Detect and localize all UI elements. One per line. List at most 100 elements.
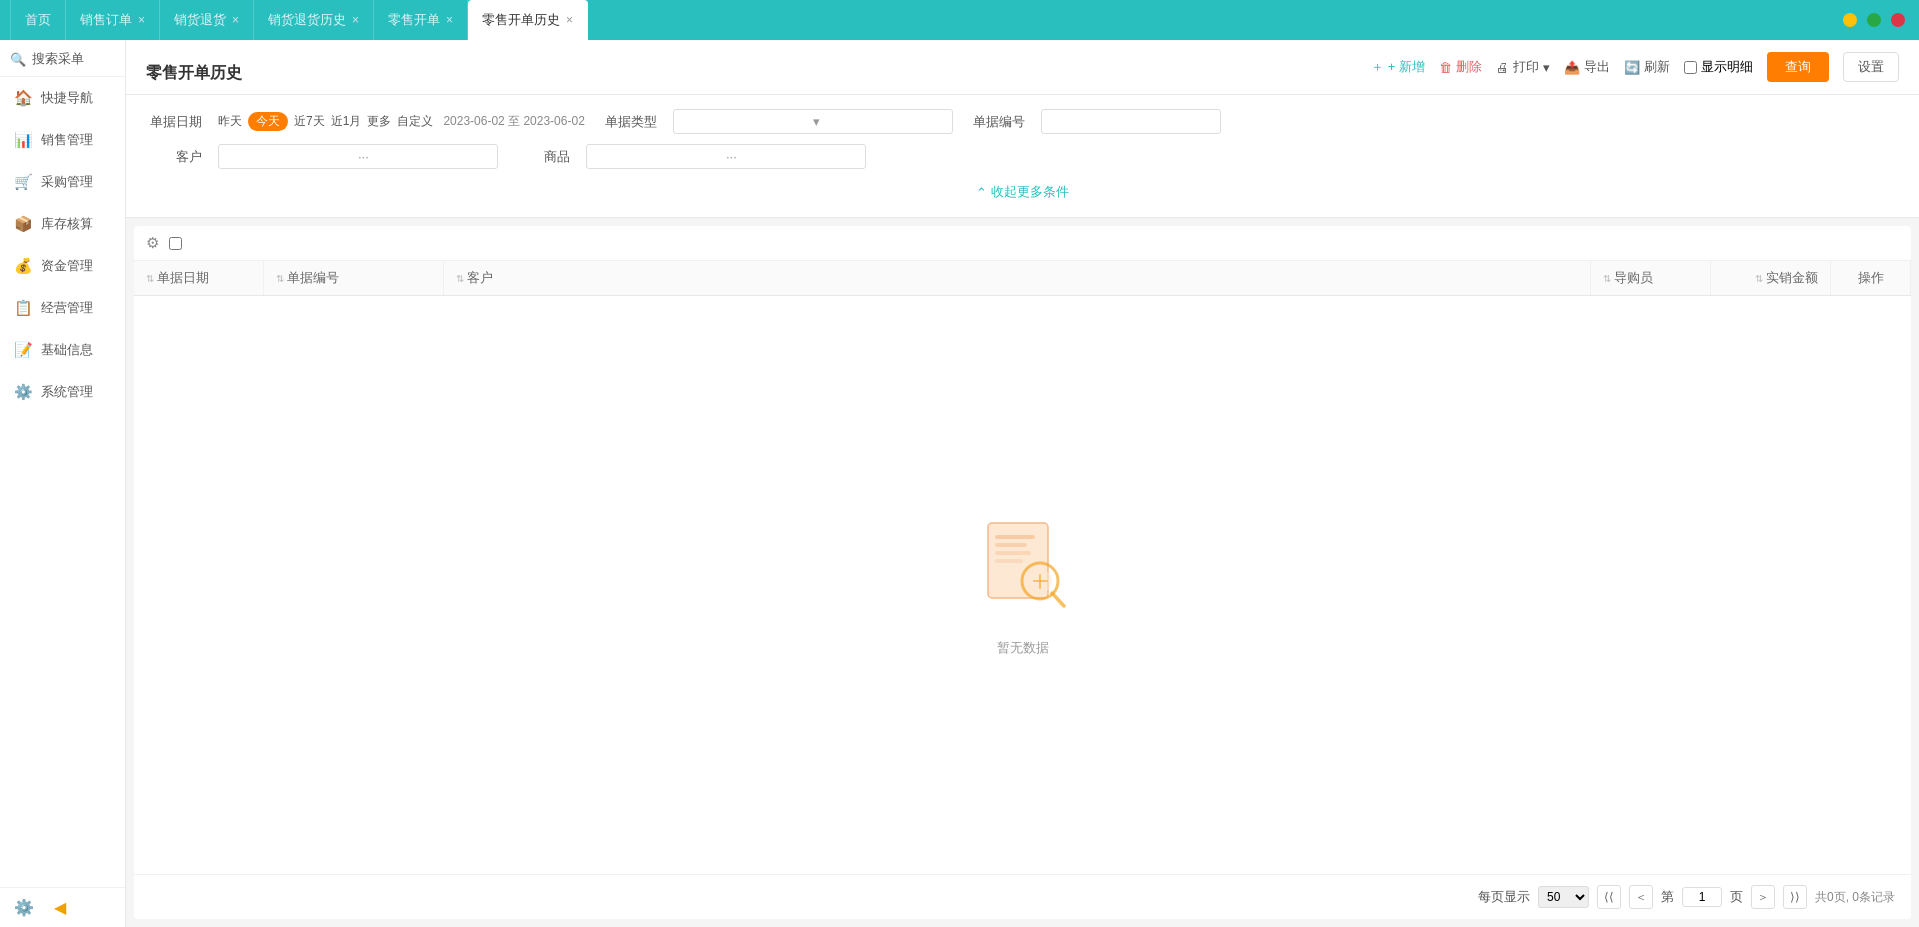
settings-bottom-icon[interactable]: ⚙️ [14,898,34,917]
sidebar-item-finance[interactable]: 💰 资金管理 [0,245,125,287]
maximize-button[interactable] [1867,13,1881,27]
th-amount-label: 实销金额 [1766,269,1818,287]
current-page-input[interactable] [1682,887,1722,907]
empty-state: 暂无数据 [134,296,1911,874]
tab-sales-order-close[interactable]: × [138,13,145,27]
window-controls [1843,13,1909,27]
table-settings-icon[interactable]: ⚙ [146,234,159,252]
customer-select[interactable]: ··· [218,144,498,169]
th-customer[interactable]: ⇅ 客户 [444,261,1591,295]
th-guide-label: 导购员 [1614,269,1653,287]
display-detail-toggle[interactable]: 显示明细 [1684,58,1753,76]
export-label: 导出 [1584,58,1610,76]
goods-select[interactable]: ··· [586,144,866,169]
page-header: 零售开单历史 ＋ + 新增 🗑 删除 🖨 打印 ▾ 📤 导出 [126,40,1919,95]
page-title: 零售开单历史 [146,63,242,84]
shortcut-custom[interactable]: 自定义 [397,113,433,130]
th-operations-label: 操作 [1858,269,1884,287]
home-icon: 🏠 [14,89,33,107]
sidebar-item-sales-label: 销售管理 [41,131,93,149]
tab-return[interactable]: 销货退货 × [160,0,254,40]
sidebar-item-basic[interactable]: 📝 基础信息 [0,329,125,371]
date-shortcuts: 昨天 今天 近7天 近1月 更多 自定义 2023-06-02 至 2023-0… [218,112,585,131]
add-label: + 新增 [1388,58,1425,76]
th-customer-label: 客户 [467,269,493,287]
goods-dots-icon[interactable]: ··· [726,149,857,164]
sidebar-search-label: 搜索采单 [32,50,84,68]
sidebar-item-system[interactable]: ⚙️ 系统管理 [0,371,125,413]
sidebar-item-purchase-label: 采购管理 [41,173,93,191]
sidebar-item-sales[interactable]: 📊 销售管理 [0,119,125,161]
tab-retail-history-close[interactable]: × [566,13,573,27]
prev-page-button[interactable]: ＜ [1629,885,1653,909]
first-page-button[interactable]: ⟨⟨ [1597,885,1621,909]
th-date[interactable]: ⇅ 单据日期 [134,261,264,295]
tab-retail-bill[interactable]: 零售开单 × [374,0,468,40]
tab-return-history[interactable]: 销货退货历史 × [254,0,374,40]
toolbar: ＋ + 新增 🗑 删除 🖨 打印 ▾ 📤 导出 🔄 [1371,52,1899,94]
tab-return-history-close[interactable]: × [352,13,359,27]
date-range-display: 2023-06-02 至 2023-06-02 [443,113,584,130]
shortcut-today[interactable]: 今天 [248,112,288,131]
tab-return-close[interactable]: × [232,13,239,27]
search-icon: 🔍 [10,52,26,67]
shortcut-7days[interactable]: 近7天 [294,113,325,130]
minimize-button[interactable] [1843,13,1857,27]
refresh-button[interactable]: 🔄 刷新 [1624,58,1670,76]
tab-retail-history[interactable]: 零售开单历史 × [468,0,588,40]
export-button[interactable]: 📤 导出 [1564,58,1610,76]
display-detail-label: 显示明细 [1701,58,1753,76]
tab-retail-history-label: 零售开单历史 [482,11,560,29]
sidebar-item-home[interactable]: 🏠 快捷导航 [0,77,125,119]
sidebar-item-purchase[interactable]: 🛒 采购管理 [0,161,125,203]
type-select[interactable]: ▾ [673,109,953,134]
shortcut-1month[interactable]: 近1月 [331,113,362,130]
billno-filter-label: 单据编号 [969,113,1025,131]
add-icon: ＋ [1371,58,1384,76]
empty-illustration [968,513,1078,623]
th-amount[interactable]: ⇅ 实销金额 [1711,261,1831,295]
sidebar-item-operation[interactable]: 📋 经营管理 [0,287,125,329]
th-guide[interactable]: ⇅ 导购员 [1591,261,1711,295]
delete-label: 删除 [1456,58,1482,76]
collapse-filter-button[interactable]: ⌃ 收起更多条件 [146,179,1899,209]
print-label: 打印 [1513,58,1539,76]
total-info: 共0页, 0条记录 [1815,889,1895,906]
page-unit: 页 [1730,888,1743,906]
main-layout: 🔍 搜索采单 🏠 快捷导航 📊 销售管理 🛒 采购管理 📦 库存核算 💰 资金管… [0,40,1919,927]
delete-button[interactable]: 🗑 删除 [1439,58,1482,76]
tab-sales-order-label: 销售订单 [80,11,132,29]
top-tabbar: 首页 销售订单 × 销货退货 × 销货退货历史 × 零售开单 × 零售开单历史 … [0,0,1919,40]
tab-retail-bill-close[interactable]: × [446,13,453,27]
display-detail-checkbox[interactable] [1684,61,1697,74]
customer-dots-icon[interactable]: ··· [358,149,489,164]
add-button[interactable]: ＋ + 新增 [1371,58,1425,76]
sidebar-item-inventory[interactable]: 📦 库存核算 [0,203,125,245]
tab-sales-order[interactable]: 销售订单 × [66,0,160,40]
billno-input[interactable] [1041,109,1221,134]
system-icon: ⚙️ [14,383,33,401]
close-button[interactable] [1891,13,1905,27]
shortcut-more[interactable]: 更多 [367,113,391,130]
th-bill-no-label: 单据编号 [287,269,339,287]
table-toolbar: ⚙ [134,226,1911,261]
content-area: 零售开单历史 ＋ + 新增 🗑 删除 🖨 打印 ▾ 📤 导出 [126,40,1919,927]
tab-home[interactable]: 首页 [10,0,66,40]
last-page-button[interactable]: ⟩⟩ [1783,885,1807,909]
shortcut-yesterday[interactable]: 昨天 [218,113,242,130]
empty-text: 暂无数据 [997,639,1049,657]
th-bill-no[interactable]: ⇅ 单据编号 [264,261,444,295]
print-button[interactable]: 🖨 打印 ▾ [1496,58,1550,76]
next-page-button[interactable]: ＞ [1751,885,1775,909]
sort-customer-icon: ⇅ [456,273,464,284]
collapse-sidebar-icon[interactable]: ◀ [54,898,66,917]
sidebar-search[interactable]: 🔍 搜索采单 [0,40,125,77]
settings-label: 设置 [1858,59,1884,74]
svg-rect-3 [995,551,1031,555]
page-size-select[interactable]: 50 100 200 [1538,886,1589,908]
settings-button[interactable]: 设置 [1843,52,1899,82]
date-filter-label: 单据日期 [146,113,202,131]
tab-return-label: 销货退货 [174,11,226,29]
select-all-checkbox[interactable] [169,237,182,250]
query-button[interactable]: 查询 [1767,52,1829,82]
